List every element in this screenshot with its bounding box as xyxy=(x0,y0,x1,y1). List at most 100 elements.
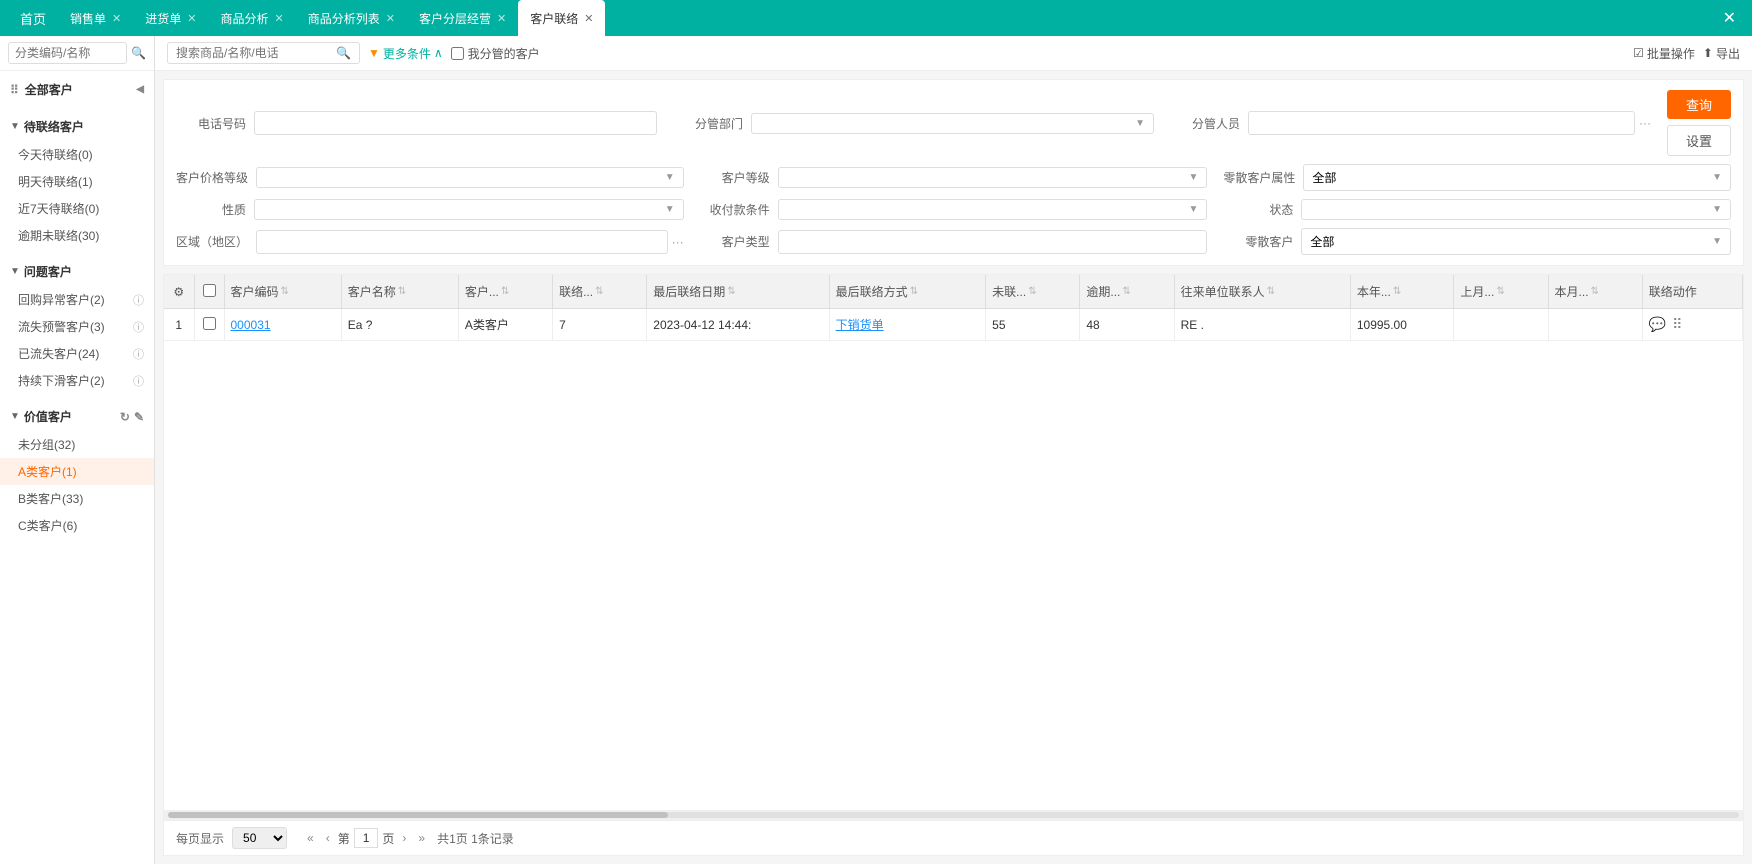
horizontal-scrollbar[interactable] xyxy=(164,810,1743,820)
last-page-btn[interactable]: » xyxy=(414,829,429,847)
filter-phone-label: 电话号码 xyxy=(176,115,246,132)
filter-retail-attr-select[interactable]: 全部 ▼ xyxy=(1303,164,1731,191)
page-number-input[interactable]: 1 xyxy=(354,828,379,848)
th-last-month: 上月... ⇅ xyxy=(1454,275,1548,309)
sidebar-group-problem: ▼ 问题客户 xyxy=(0,257,154,286)
search-input[interactable] xyxy=(176,46,336,60)
sidebar-item-a-class[interactable]: A类客户(1) xyxy=(0,458,154,485)
setting-button[interactable]: 设置 xyxy=(1667,125,1731,156)
sidebar-item-b-class[interactable]: B类客户(33) xyxy=(0,485,154,512)
sidebar-item-c-class[interactable]: C类客户(6) xyxy=(0,512,154,539)
filter-phone-input[interactable] xyxy=(254,111,657,135)
filter-dept-select[interactable]: ▼ xyxy=(751,113,1154,134)
filter-nature-select[interactable]: ▼ xyxy=(254,199,684,220)
sort-icon-no-contact[interactable]: ⇅ xyxy=(1028,286,1036,297)
filter-manager-dots[interactable]: ··· xyxy=(1639,116,1651,130)
sidebar-item-tomorrow[interactable]: 明天待联络(1) xyxy=(0,168,154,195)
sidebar-item-churn-warning[interactable]: 流失预警客户(3) ⓘ xyxy=(0,313,154,340)
batch-operation-btn[interactable]: ☑ 批量操作 xyxy=(1633,45,1695,62)
sidebar-search-icon[interactable]: 🔍 xyxy=(131,46,146,60)
nav-tab-customer-mgmt[interactable]: 客户分层经营 ✕ xyxy=(407,0,518,36)
refresh-icon[interactable]: ↻ xyxy=(120,410,130,424)
filter-customer-type-input[interactable] xyxy=(778,230,1208,254)
filter-retail-customer-select[interactable]: 全部 ▼ xyxy=(1301,228,1731,255)
filter-payment-select[interactable]: ▼ xyxy=(778,199,1208,220)
nav-tab-analysis-list[interactable]: 商品分析列表 ✕ xyxy=(296,0,407,36)
collapse-icon[interactable]: ◀ xyxy=(136,84,144,95)
info-icon-1: ⓘ xyxy=(133,319,144,335)
td-code[interactable]: 000031 xyxy=(224,309,341,341)
sidebar-item-7days[interactable]: 近7天待联络(0) xyxy=(0,195,154,222)
chevron-down-icon-8: ▼ xyxy=(1712,236,1722,247)
check-icon: ☑ xyxy=(1633,46,1644,60)
search-icon[interactable]: 🔍 xyxy=(336,46,351,60)
sidebar-all-customers[interactable]: ⠿ 全部客户 ◀ xyxy=(0,75,154,104)
sidebar-group-pending: ▼ 待联络客户 xyxy=(0,112,154,141)
close-tab-analysis-list[interactable]: ✕ xyxy=(386,12,395,25)
th-actions: 联络动作 xyxy=(1642,275,1742,309)
sidebar-item-ungrouped[interactable]: 未分组(32) xyxy=(0,431,154,458)
sidebar-item-overdue[interactable]: 逾期未联络(30) xyxy=(0,222,154,249)
filter-price-level-select[interactable]: ▼ xyxy=(256,167,684,188)
sort-icon-person[interactable]: ⇅ xyxy=(1267,286,1275,297)
td-this-year: 10995.00 xyxy=(1350,309,1453,341)
sidebar-search-input[interactable] xyxy=(8,42,127,64)
sidebar-item-declining[interactable]: 持续下滑客户(2) ⓘ xyxy=(0,367,154,394)
sort-icon-count[interactable]: ⇅ xyxy=(595,286,603,297)
close-tab-sales[interactable]: ✕ xyxy=(112,12,121,25)
qr-action-icon[interactable]: ⠿ xyxy=(1672,316,1682,333)
nav-tab-analysis[interactable]: 商品分析 ✕ xyxy=(208,0,295,36)
first-page-btn[interactable]: « xyxy=(303,829,318,847)
sort-icon-name[interactable]: ⇅ xyxy=(398,286,406,297)
sort-icon-lmonth[interactable]: ⇅ xyxy=(1496,286,1504,297)
filter-status-select[interactable]: ▼ xyxy=(1301,199,1731,220)
my-customer-check[interactable] xyxy=(451,47,464,60)
close-tab-customer-contact[interactable]: ✕ xyxy=(584,12,593,25)
filter-row-3: 性质 ▼ 收付款条件 ▼ 状态 xyxy=(176,199,1731,220)
chat-action-icon[interactable]: 💬 xyxy=(1649,316,1666,333)
nav-tab-sales[interactable]: 销售单 ✕ xyxy=(58,0,133,36)
row-checkbox[interactable] xyxy=(203,317,216,330)
nav-home[interactable]: 首页 xyxy=(8,0,58,36)
page-size-select[interactable]: 50 100 200 xyxy=(232,827,287,849)
close-tab-analysis[interactable]: ✕ xyxy=(275,12,284,25)
filter-more-btn[interactable]: ▼ 更多条件 ∧ xyxy=(368,45,443,62)
td-last-date: 2023-04-12 14:44: xyxy=(647,309,829,341)
top-nav: 首页 销售单 ✕ 进货单 ✕ 商品分析 ✕ 商品分析列表 ✕ 客户分层经营 ✕ … xyxy=(0,0,1752,36)
sort-icon-month[interactable]: ⇅ xyxy=(1591,286,1599,297)
filter-region-input[interactable] xyxy=(256,230,668,254)
my-customer-checkbox[interactable]: 我分管的客户 xyxy=(451,45,540,62)
sidebar-item-repurchase-abnormal[interactable]: 回购异常客户(2) ⓘ xyxy=(0,286,154,313)
close-tab-customer-mgmt[interactable]: ✕ xyxy=(497,12,506,25)
filter-customer-level-select[interactable]: ▼ xyxy=(778,167,1208,188)
scrollbar-thumb[interactable] xyxy=(168,812,668,818)
info-icon-2: ⓘ xyxy=(133,346,144,362)
filter-customer-level: 客户等级 ▼ xyxy=(700,167,1208,188)
sort-icon-year[interactable]: ⇅ xyxy=(1393,286,1401,297)
gear-icon[interactable]: ⚙ xyxy=(173,285,184,299)
next-page-btn[interactable]: › xyxy=(398,829,410,847)
sidebar-item-churned[interactable]: 已流失客户(24) ⓘ xyxy=(0,340,154,367)
sort-icon-level[interactable]: ⇅ xyxy=(501,286,509,297)
sort-icon-overdue[interactable]: ⇅ xyxy=(1122,286,1130,297)
query-button[interactable]: 查询 xyxy=(1667,90,1731,119)
nav-tab-customer-contact[interactable]: 客户联络 ✕ xyxy=(518,0,605,36)
export-btn[interactable]: ⬆ 导出 xyxy=(1703,45,1740,62)
prev-page-btn[interactable]: ‹ xyxy=(322,829,334,847)
sort-icon-code[interactable]: ⇅ xyxy=(281,286,289,297)
select-all-checkbox[interactable] xyxy=(203,284,216,297)
edit-icon[interactable]: ✎ xyxy=(134,410,144,424)
sidebar-item-today[interactable]: 今天待联络(0) xyxy=(0,141,154,168)
expand-triangle: ▼ xyxy=(10,121,20,132)
th-last-date: 最后联络日期 ⇅ xyxy=(647,275,829,309)
filter-region-dots[interactable]: ··· xyxy=(672,235,684,249)
close-tab-purchase[interactable]: ✕ xyxy=(187,12,196,25)
td-this-month xyxy=(1548,309,1642,341)
sort-icon-date[interactable]: ⇅ xyxy=(727,286,735,297)
close-window[interactable]: ✕ xyxy=(1715,8,1744,28)
td-customer-level: A类客户 xyxy=(458,309,552,341)
nav-tab-purchase[interactable]: 进货单 ✕ xyxy=(133,0,208,36)
sort-icon-method[interactable]: ⇅ xyxy=(910,286,918,297)
filter-manager-input[interactable] xyxy=(1248,111,1635,135)
th-last-method: 最后联络方式 ⇅ xyxy=(829,275,986,309)
